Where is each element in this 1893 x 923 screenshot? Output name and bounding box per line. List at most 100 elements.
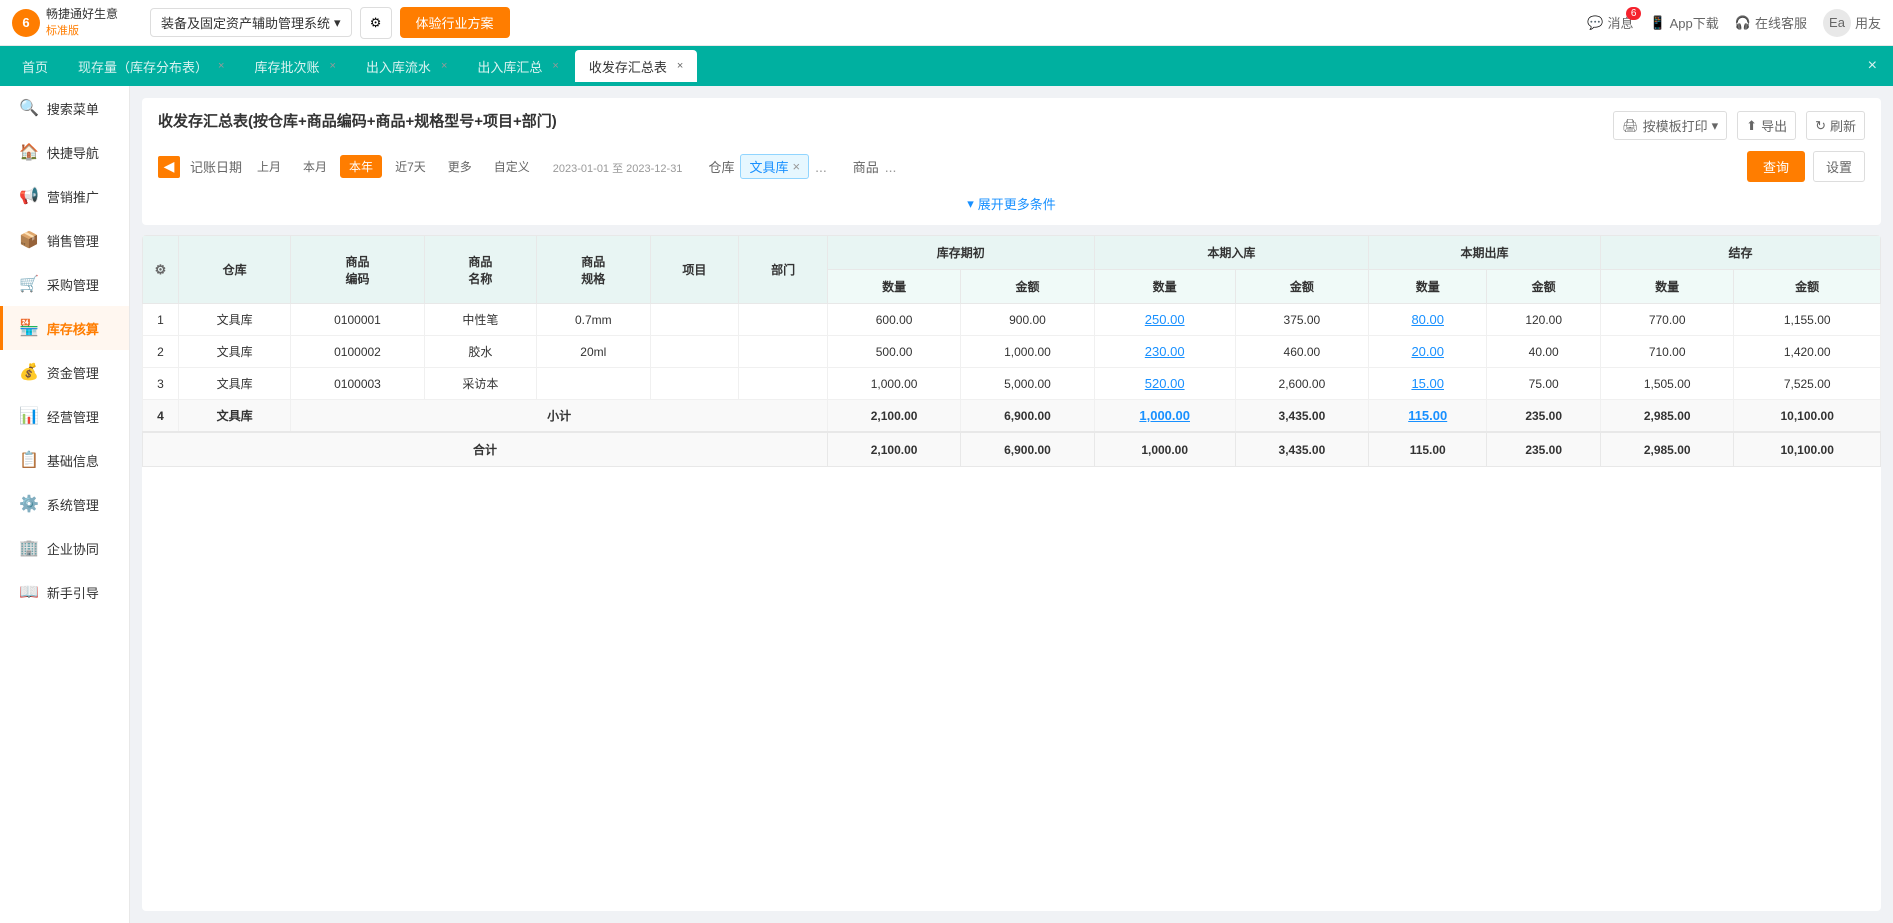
refresh-icon: ↻ (1815, 118, 1826, 134)
tab-inventory-dist[interactable]: 现存量（库存分布表） × (64, 50, 238, 82)
close-tab-receipt-summary[interactable]: × (677, 60, 683, 72)
filter-collapse-btn[interactable]: ◀ (158, 156, 180, 178)
warehouse-ellipsis[interactable]: ... (815, 159, 827, 175)
sidebar-item-system[interactable]: ⚙️ 系统管理 (0, 482, 129, 526)
col-settings-header[interactable]: ⚙ (143, 236, 179, 304)
data-table-container: ⚙ 仓库 商品编码 商品名称 商品规格 项目 部门 库存期初 本期入库 本期出库… (142, 235, 1881, 911)
sidebar-item-search[interactable]: 🔍 搜索菜单 (0, 86, 129, 130)
cell-no: 2 (143, 336, 179, 368)
cell-no: 1 (143, 304, 179, 336)
column-settings-icon[interactable]: ⚙ (155, 262, 167, 277)
query-btn[interactable]: 查询 (1747, 151, 1805, 182)
col-in-qty-header: 数量 (1094, 270, 1235, 304)
online-service-btn[interactable]: 🎧 在线客服 (1735, 13, 1807, 32)
app-download-btn[interactable]: 📱 App下载 (1649, 13, 1718, 32)
cell-out-qty[interactable]: 20.00 (1369, 336, 1487, 368)
footer-out-amt: 235.00 (1487, 432, 1601, 467)
sidebar-item-inventory[interactable]: 🏪 库存核算 (0, 306, 129, 350)
sales-icon: 📦 (19, 230, 39, 250)
date-pill-custom[interactable]: 自定义 (485, 155, 539, 178)
cell-no: 3 (143, 368, 179, 400)
subtotal-out-amt: 235.00 (1487, 400, 1601, 433)
print-icon: 🖨 (1622, 118, 1639, 134)
app-name: 畅捷通好生意 (46, 7, 118, 23)
date-pills: 上月 本月 本年 近7天 更多 自定义 (248, 155, 539, 178)
cell-warehouse: 文具库 (179, 368, 291, 400)
subtotal-bal-qty: 2,985.00 (1601, 400, 1734, 433)
export-btn[interactable]: ⬆ 导出 (1737, 111, 1796, 140)
date-pill-more[interactable]: 更多 (439, 155, 481, 178)
message-btn[interactable]: 💬 消息 6 (1587, 13, 1633, 32)
close-tab-batch[interactable]: × (329, 60, 335, 72)
close-tab-summary-in-out[interactable]: × (552, 60, 558, 72)
tab-receipt-summary[interactable]: 收发存汇总表 × (575, 50, 697, 82)
warehouse-tag[interactable]: 文具库 × (740, 154, 809, 179)
col-balance-header: 结存 (1601, 236, 1881, 270)
close-tab-inventory-dist[interactable]: × (218, 60, 224, 72)
cell-name: 中性笔 (424, 304, 536, 336)
data-table: ⚙ 仓库 商品编码 商品名称 商品规格 项目 部门 库存期初 本期入库 本期出库… (142, 235, 1881, 467)
content-area: 收发存汇总表(按仓库+商品编码+商品+规格型号+项目+部门) 🖨 按模板打印 ▾… (130, 86, 1893, 923)
cell-in-qty[interactable]: 520.00 (1094, 368, 1235, 400)
cell-in-qty[interactable]: 250.00 (1094, 304, 1235, 336)
sidebar-item-sales[interactable]: 📦 销售管理 (0, 218, 129, 262)
settings-icon[interactable]: ⚙ (360, 7, 392, 39)
print-template-btn[interactable]: 🖨 按模板打印 ▾ (1613, 111, 1727, 140)
cell-project (650, 304, 739, 336)
tab-summary-in-out[interactable]: 出入库汇总 × (463, 50, 572, 82)
logo-icon: 6 (12, 9, 40, 37)
sidebar-item-operation[interactable]: 📊 经营管理 (0, 394, 129, 438)
subtotal-in-qty[interactable]: 1,000.00 (1094, 400, 1235, 433)
cell-code: 0100002 (291, 336, 424, 368)
sidebar-item-corp[interactable]: 🏢 企业协同 (0, 526, 129, 570)
expand-conditions-btn[interactable]: ▾ 展开更多条件 (967, 194, 1056, 213)
date-pill-last-month[interactable]: 上月 (248, 155, 290, 178)
col-out-qty-header: 数量 (1369, 270, 1487, 304)
subtotal-out-qty[interactable]: 115.00 (1369, 400, 1487, 433)
cell-open-amt: 900.00 (961, 304, 1094, 336)
close-tab-flow[interactable]: × (441, 60, 447, 72)
sidebar-item-newbie[interactable]: 📖 新手引导 (0, 570, 129, 614)
headset-icon: 🎧 (1735, 15, 1751, 31)
goods-filter-group: 商品 ... (853, 157, 897, 176)
system-icon: ⚙️ (19, 494, 39, 514)
chevron-down-small-icon: ▾ (967, 196, 974, 212)
date-pill-this-month[interactable]: 本月 (294, 155, 336, 178)
sidebar-item-marketing[interactable]: 📢 营销推广 (0, 174, 129, 218)
sidebar-item-basic[interactable]: 📋 基础信息 (0, 438, 129, 482)
date-pill-this-year[interactable]: 本年 (340, 155, 382, 178)
user-menu[interactable]: Ea 用友 (1823, 9, 1881, 37)
footer-in-qty: 1,000.00 (1094, 432, 1235, 467)
cell-dept (739, 304, 828, 336)
subtotal-bal-amt: 10,100.00 (1734, 400, 1881, 433)
system-selector[interactable]: 装备及固定资产辅助管理系统 ▾ (150, 8, 352, 37)
cell-spec: 20ml (536, 336, 650, 368)
date-range: 2023-01-01 至 2023-12-31 (553, 160, 683, 176)
col-in-header: 本期入库 (1094, 236, 1368, 270)
main-layout: 🔍 搜索菜单 🏠 快捷导航 📢 营销推广 📦 销售管理 🛒 采购管理 🏪 库存核… (0, 86, 1893, 923)
system-title: 装备及固定资产辅助管理系统 (161, 13, 330, 32)
goods-ellipsis[interactable]: ... (885, 159, 897, 175)
filter-bar: ◀ 记账日期 上月 本月 本年 近7天 更多 自定义 2023-01-01 至 … (158, 151, 1865, 182)
trial-btn[interactable]: 体验行业方案 (400, 7, 510, 38)
tab-flow[interactable]: 出入库流水 × (352, 50, 461, 82)
top-header: 6 畅捷通好生意 标准版 装备及固定资产辅助管理系统 ▾ ⚙ 体验行业方案 💬 … (0, 0, 1893, 46)
sidebar-item-purchase[interactable]: 🛒 采购管理 (0, 262, 129, 306)
col-spec-header: 商品规格 (536, 236, 650, 304)
warehouse-tag-remove[interactable]: × (792, 159, 800, 174)
tab-home[interactable]: 首页 (8, 50, 62, 82)
close-all-tabs[interactable]: × (1860, 57, 1885, 75)
settings-btn[interactable]: 设置 (1813, 151, 1865, 182)
sidebar-item-quick[interactable]: 🏠 快捷导航 (0, 130, 129, 174)
cell-open-amt: 1,000.00 (961, 336, 1094, 368)
cell-open-qty: 1,000.00 (827, 368, 960, 400)
sidebar-item-finance[interactable]: 💰 资金管理 (0, 350, 129, 394)
cell-in-qty[interactable]: 230.00 (1094, 336, 1235, 368)
tab-batch[interactable]: 库存批次账 × (240, 50, 349, 82)
refresh-btn[interactable]: ↻ 刷新 (1806, 111, 1865, 140)
cell-code: 0100001 (291, 304, 424, 336)
cell-out-qty[interactable]: 15.00 (1369, 368, 1487, 400)
date-label: 记账日期 (190, 157, 242, 176)
date-pill-7days[interactable]: 近7天 (386, 155, 435, 178)
cell-out-qty[interactable]: 80.00 (1369, 304, 1487, 336)
